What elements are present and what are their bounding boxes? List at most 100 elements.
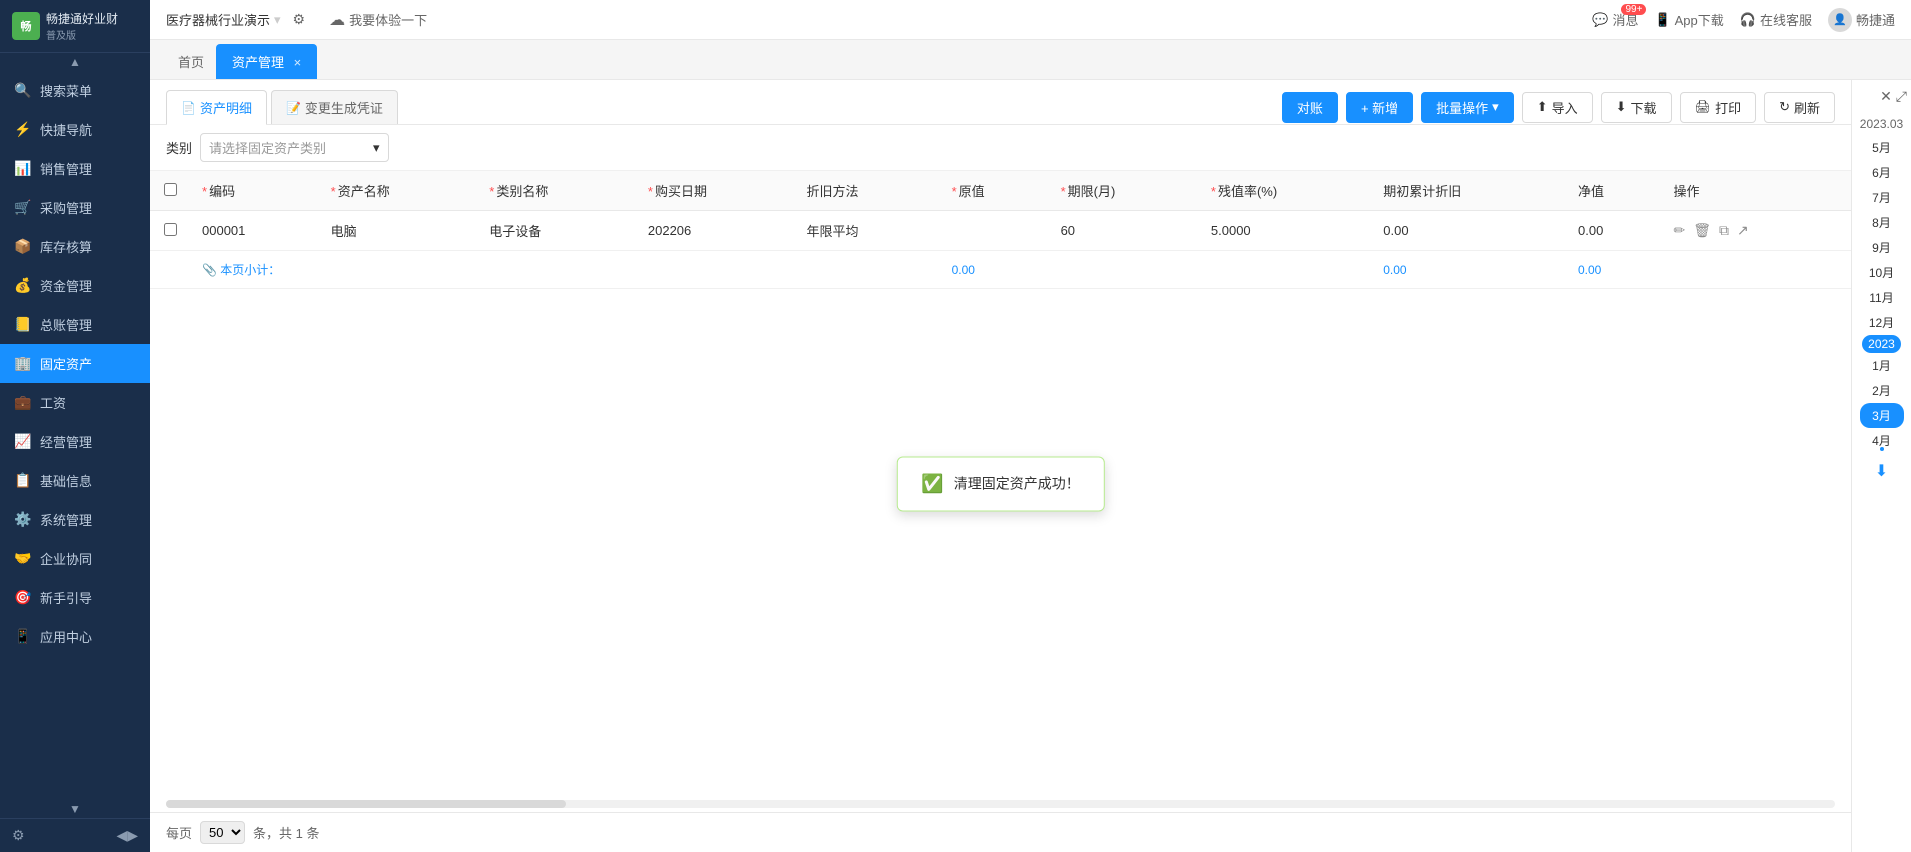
action-icons: ✏ 🗑 ⧉ ↗: [1673, 222, 1839, 239]
select-all-checkbox[interactable]: [164, 183, 177, 196]
ledger-icon: 📒: [14, 316, 32, 334]
quick-nav-icon: ⚡: [14, 121, 32, 139]
sidebar-item-system[interactable]: ⚙️ 系统管理: [0, 500, 150, 539]
month-aug[interactable]: 8月: [1860, 210, 1904, 235]
sidebar-item-operations[interactable]: 📈 经营管理: [0, 422, 150, 461]
change-voucher-label: 变更生成凭证: [305, 98, 383, 117]
sidebar-item-sales[interactable]: 📊 销售管理: [0, 149, 150, 188]
app-center-icon: 📱: [14, 628, 32, 646]
year-badge[interactable]: 2023: [1862, 335, 1901, 353]
subtab-asset-detail[interactable]: 📄 资产明细: [166, 90, 267, 125]
category-dropdown-icon: ▾: [373, 140, 380, 156]
month-dec[interactable]: 12月: [1860, 310, 1904, 335]
tab-home[interactable]: 首页: [166, 44, 216, 79]
month-jun[interactable]: 6月: [1860, 160, 1904, 185]
th-net-value-label: 净值: [1578, 184, 1604, 199]
company-name: 医疗器械行业演示 ▾: [166, 10, 281, 29]
th-purchase-date-label: 购买日期: [655, 184, 707, 199]
month-apr[interactable]: 4月: [1860, 428, 1904, 453]
sidebar-item-purchase[interactable]: 🛒 采购管理: [0, 188, 150, 227]
sidebar-item-app-center[interactable]: 📱 应用中心: [0, 617, 150, 656]
new-button[interactable]: + 新增: [1346, 92, 1413, 123]
sidebar-item-label: 总账管理: [40, 315, 92, 334]
month-mar[interactable]: 3月: [1860, 403, 1904, 428]
import-button[interactable]: ⬆ 导入: [1522, 92, 1593, 123]
td-checkbox: [150, 211, 190, 251]
tab-close-icon[interactable]: ×: [294, 55, 302, 70]
td-depreciation-method: 年限平均: [794, 211, 939, 251]
sidebar-item-enterprise[interactable]: 🤝 企业协同: [0, 539, 150, 578]
download-button[interactable]: ⬇ 下载: [1601, 92, 1672, 123]
sidebar-item-label: 销售管理: [40, 159, 92, 178]
guide-icon: 🎯: [14, 589, 32, 607]
reconcile-button[interactable]: 对账: [1282, 92, 1338, 123]
refresh-label: 刷新: [1794, 98, 1820, 117]
month-may[interactable]: 5月: [1860, 135, 1904, 160]
calendar-down-icon[interactable]: ⬇: [1875, 461, 1888, 481]
delete-icon[interactable]: 🗑: [1693, 222, 1711, 239]
td-name: 电脑: [319, 211, 478, 251]
sidebar-item-payroll[interactable]: 💼 工资: [0, 383, 150, 422]
td-action: ✏ 🗑 ⧉ ↗: [1661, 211, 1851, 251]
sidebar-item-basic-info[interactable]: 📋 基础信息: [0, 461, 150, 500]
month-jul[interactable]: 7月: [1860, 185, 1904, 210]
batch-ops-button[interactable]: 批量操作 ▾: [1421, 92, 1514, 123]
user-profile[interactable]: 👤 畅捷通: [1828, 8, 1895, 32]
change-voucher-icon: 📝: [286, 101, 301, 115]
print-button[interactable]: 🖨 打印: [1680, 92, 1757, 123]
print-label: 打印: [1715, 98, 1741, 117]
th-category-label: 类别名称: [496, 184, 548, 199]
messages-button[interactable]: 💬 消息 99+: [1592, 10, 1638, 29]
settings-button[interactable]: ⚙: [12, 827, 25, 844]
month-feb[interactable]: 2月: [1860, 378, 1904, 403]
sidebar-item-ledger[interactable]: 📒 总账管理: [0, 305, 150, 344]
online-service-button[interactable]: 🎧 在线客服: [1740, 10, 1812, 29]
more-icon[interactable]: ↗: [1737, 222, 1749, 239]
sidebar-item-finance[interactable]: 💰 资金管理: [0, 266, 150, 305]
th-name-label: 资产名称: [338, 184, 390, 199]
sidebar-item-guide[interactable]: 🎯 新手引导: [0, 578, 150, 617]
sidebar-item-quick-nav[interactable]: ⚡ 快捷导航: [0, 110, 150, 149]
sidebar-item-inventory[interactable]: 📦 库存核算: [0, 227, 150, 266]
month-jan[interactable]: 1月: [1860, 353, 1904, 378]
sidebar-scroll-up[interactable]: ▲: [0, 53, 150, 71]
refresh-button[interactable]: ↻ 刷新: [1764, 92, 1835, 123]
th-name: *资产名称: [319, 171, 478, 211]
row-checkbox[interactable]: [164, 223, 177, 236]
system-icon: ⚙️: [14, 511, 32, 529]
horizontal-scrollbar[interactable]: [166, 800, 1835, 808]
th-net-value: 净值: [1566, 171, 1661, 211]
collapse-button[interactable]: ◀▶: [116, 827, 138, 844]
th-initial-accumulated: 期初累计折旧: [1371, 171, 1566, 211]
sidebar-scroll-down[interactable]: ▼: [0, 800, 150, 818]
category-select-value: 请选择固定资产类别: [209, 138, 369, 157]
enterprise-icon: 🤝: [14, 550, 32, 568]
basic-info-icon: 📋: [14, 472, 32, 490]
sidebar-item-fixed-assets[interactable]: 🏢 固定资产: [0, 344, 150, 383]
subtab-change-voucher[interactable]: 📝 变更生成凭证: [271, 90, 398, 124]
right-panel-expand-button[interactable]: ⤢: [1896, 88, 1907, 105]
experience-button[interactable]: ☁ 我要体验一下: [329, 10, 427, 30]
scrollbar-thumb[interactable]: [166, 800, 566, 808]
sidebar-item-label: 应用中心: [40, 627, 92, 646]
tab-asset-mgmt[interactable]: 资产管理 ×: [216, 44, 317, 79]
month-sep[interactable]: 9月: [1860, 235, 1904, 260]
edit-icon[interactable]: ✏: [1673, 222, 1685, 239]
topbar-gear-icon[interactable]: ⚙: [293, 11, 306, 28]
messages-badge: 99+: [1621, 4, 1646, 15]
th-code: *编码: [190, 171, 319, 211]
th-purchase-date: *购买日期: [636, 171, 795, 211]
category-select[interactable]: 请选择固定资产类别 ▾: [200, 133, 389, 162]
month-nov[interactable]: 11月: [1860, 285, 1904, 310]
payroll-icon: 💼: [14, 394, 32, 412]
copy-icon[interactable]: ⧉: [1719, 222, 1729, 239]
month-oct[interactable]: 10月: [1860, 260, 1904, 285]
sidebar-item-search[interactable]: 🔍 搜索菜单: [0, 71, 150, 110]
sidebar-nav: 🔍 搜索菜单 ⚡ 快捷导航 📊 销售管理 🛒 采购管理 📦 库存核算 💰 资金管…: [0, 71, 150, 800]
per-page-select[interactable]: 50: [200, 821, 245, 844]
app-download-button[interactable]: 📱 App下载: [1654, 10, 1723, 29]
purchase-icon: 🛒: [14, 199, 32, 217]
table-row: 000001 电脑 电子设备 202206 年限平均 60 5.0000 0.0…: [150, 211, 1851, 251]
success-toast: ✅ 清理固定资产成功！: [896, 456, 1104, 511]
right-panel-close-button[interactable]: ✕: [1880, 88, 1892, 105]
